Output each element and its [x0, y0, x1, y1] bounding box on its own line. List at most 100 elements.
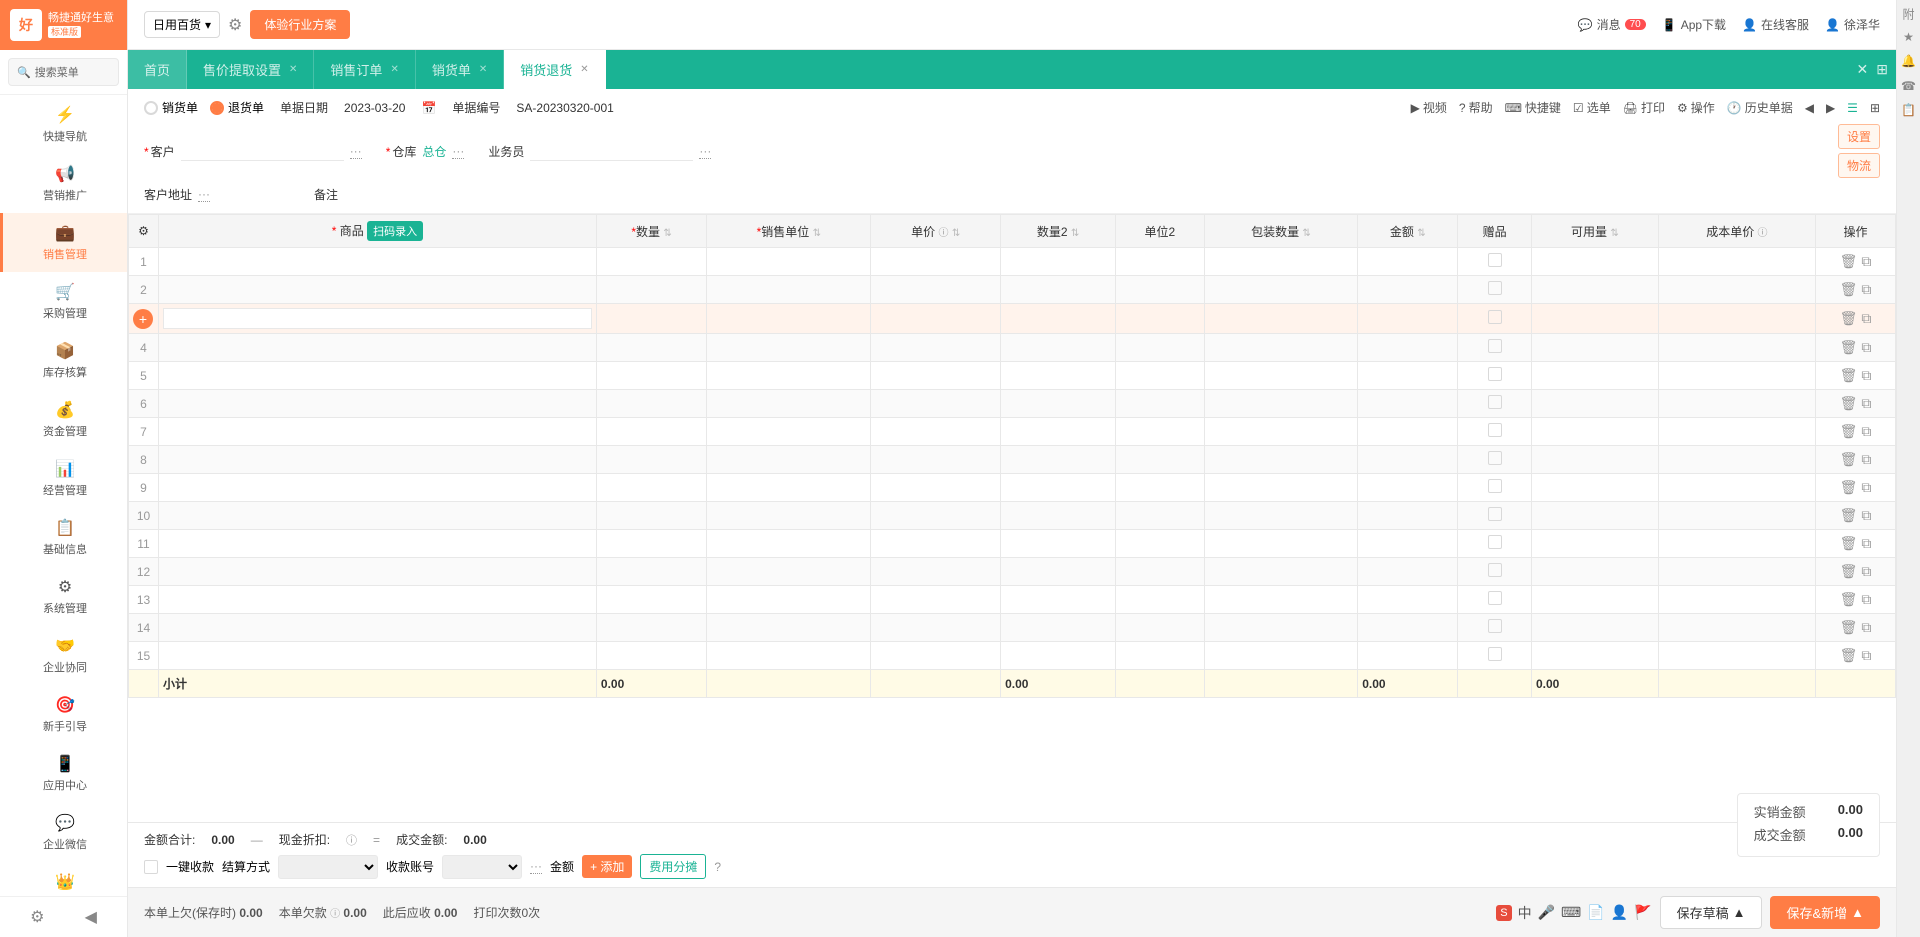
- save-draft-btn[interactable]: 保存草稿 ▲: [1660, 896, 1763, 929]
- table-cell[interactable]: [1358, 558, 1458, 586]
- table-cell[interactable]: [1204, 614, 1358, 642]
- gift-cell[interactable]: [1458, 334, 1532, 362]
- table-cell[interactable]: [707, 390, 871, 418]
- online-service-btn[interactable]: 👤 在线客服: [1742, 16, 1809, 33]
- operate-btn[interactable]: ⚙ 操作: [1677, 99, 1715, 116]
- delete-row-btn[interactable]: 🗑: [1840, 339, 1858, 356]
- table-cell[interactable]: [871, 586, 1001, 614]
- delete-row-btn[interactable]: 🗑: [1840, 507, 1858, 524]
- table-cell[interactable]: [1115, 390, 1204, 418]
- table-cell[interactable]: [1358, 362, 1458, 390]
- copy-row-btn[interactable]: ⧉: [1861, 339, 1871, 356]
- tab-sales-delivery[interactable]: 销货单 ✕: [416, 50, 504, 89]
- product-cell[interactable]: [159, 502, 597, 530]
- table-cell[interactable]: [596, 502, 706, 530]
- available-cell[interactable]: [1531, 502, 1658, 530]
- table-cell[interactable]: [1358, 304, 1458, 334]
- available-cell[interactable]: [1531, 586, 1658, 614]
- product-input[interactable]: [163, 308, 592, 329]
- delete-row-btn[interactable]: 🗑: [1840, 647, 1858, 664]
- table-cell[interactable]: [1358, 418, 1458, 446]
- copy-row-btn[interactable]: ⧉: [1861, 619, 1871, 636]
- copy-row-btn[interactable]: ⧉: [1861, 647, 1871, 664]
- expand-icon[interactable]: ⊞: [1876, 61, 1888, 78]
- available-cell[interactable]: [1531, 474, 1658, 502]
- account-link[interactable]: ···: [530, 859, 542, 874]
- table-cell[interactable]: [1204, 334, 1358, 362]
- table-cell[interactable]: [1115, 276, 1204, 304]
- save-new-btn[interactable]: 保存&新增 ▲: [1770, 896, 1880, 929]
- tab-close-icon[interactable]: ✕: [289, 64, 297, 75]
- note-icon[interactable]: 📋: [1900, 99, 1918, 122]
- cost-price-cell[interactable]: [1658, 558, 1815, 586]
- cost-price-cell[interactable]: [1658, 334, 1815, 362]
- table-cell[interactable]: [1115, 418, 1204, 446]
- cost-price-cell[interactable]: [1658, 614, 1815, 642]
- table-cell[interactable]: [707, 474, 871, 502]
- available-cell[interactable]: [1531, 304, 1658, 334]
- search-menu-button[interactable]: 🔍 搜索菜单: [8, 58, 119, 86]
- gift-checkbox[interactable]: [1488, 367, 1502, 381]
- fee-help-icon[interactable]: ?: [714, 860, 721, 874]
- delete-row-btn[interactable]: 🗑: [1840, 619, 1858, 636]
- sidebar-item-member[interactable]: 👑 畅会员: [0, 862, 127, 896]
- product-cell[interactable]: [159, 474, 597, 502]
- sidebar-item-appcenter[interactable]: 📱 应用中心: [0, 744, 127, 803]
- available-cell[interactable]: [1531, 334, 1658, 362]
- gift-checkbox[interactable]: [1488, 339, 1502, 353]
- view-list-icon[interactable]: ☰: [1847, 101, 1858, 115]
- scan-btn[interactable]: 扫码录入: [367, 221, 423, 241]
- table-cell[interactable]: [1358, 642, 1458, 670]
- add-row-btn[interactable]: +: [133, 309, 153, 329]
- table-cell[interactable]: [596, 586, 706, 614]
- gift-checkbox[interactable]: [1488, 423, 1502, 437]
- cost-price-cell[interactable]: [1658, 474, 1815, 502]
- table-cell[interactable]: [1204, 276, 1358, 304]
- table-cell[interactable]: [1001, 474, 1116, 502]
- available-cell[interactable]: [1531, 362, 1658, 390]
- table-cell[interactable]: [1001, 558, 1116, 586]
- phone-panel-icon[interactable]: ☎: [1900, 75, 1918, 97]
- product-cell[interactable]: [159, 304, 597, 334]
- shortcut-btn[interactable]: ⌨ 快捷键: [1505, 99, 1561, 116]
- discount-help[interactable]: ⓘ: [346, 832, 357, 848]
- gift-cell[interactable]: [1458, 362, 1532, 390]
- experience-btn[interactable]: 体验行业方案: [250, 10, 350, 39]
- table-cell[interactable]: [1001, 418, 1116, 446]
- gift-checkbox[interactable]: [1488, 310, 1502, 324]
- close-tab-icon[interactable]: ✕: [1857, 61, 1869, 78]
- product-cell[interactable]: [159, 334, 597, 362]
- prev-icon[interactable]: ◀: [1805, 101, 1814, 115]
- table-cell[interactable]: [1001, 530, 1116, 558]
- table-cell[interactable]: [1204, 304, 1358, 334]
- table-cell[interactable]: [871, 362, 1001, 390]
- star-icon[interactable]: ★: [1900, 26, 1918, 48]
- table-cell[interactable]: [1358, 390, 1458, 418]
- table-cell[interactable]: [596, 304, 706, 334]
- app-download-btn[interactable]: 📱 App下载: [1662, 16, 1726, 33]
- settings-footer-icon[interactable]: ⚙: [30, 907, 44, 927]
- available-cell[interactable]: [1531, 248, 1658, 276]
- sidebar-item-system[interactable]: ⚙ 系统管理: [0, 567, 127, 626]
- topbar-gear-icon[interactable]: ⚙: [228, 15, 242, 35]
- table-cell[interactable]: [1204, 248, 1358, 276]
- history-btn[interactable]: 🕐 历史单据: [1727, 99, 1793, 116]
- table-cell[interactable]: [1001, 304, 1116, 334]
- gift-cell[interactable]: [1458, 614, 1532, 642]
- table-cell[interactable]: [1115, 362, 1204, 390]
- table-cell[interactable]: [707, 614, 871, 642]
- delete-row-btn[interactable]: 🗑: [1840, 423, 1858, 440]
- bell-icon[interactable]: 🔔: [1900, 50, 1918, 73]
- table-cell[interactable]: [871, 276, 1001, 304]
- delete-row-btn[interactable]: 🗑: [1840, 310, 1858, 327]
- product-cell[interactable]: [159, 614, 597, 642]
- tab-close-icon[interactable]: ✕: [580, 64, 588, 75]
- add-payment-btn[interactable]: + 添加: [582, 855, 632, 878]
- gift-cell[interactable]: [1458, 558, 1532, 586]
- gift-checkbox[interactable]: [1488, 563, 1502, 577]
- table-cell[interactable]: [871, 558, 1001, 586]
- table-cell[interactable]: [1001, 586, 1116, 614]
- gift-checkbox[interactable]: [1488, 395, 1502, 409]
- table-cell[interactable]: [1115, 558, 1204, 586]
- copy-row-btn[interactable]: ⧉: [1861, 281, 1871, 298]
